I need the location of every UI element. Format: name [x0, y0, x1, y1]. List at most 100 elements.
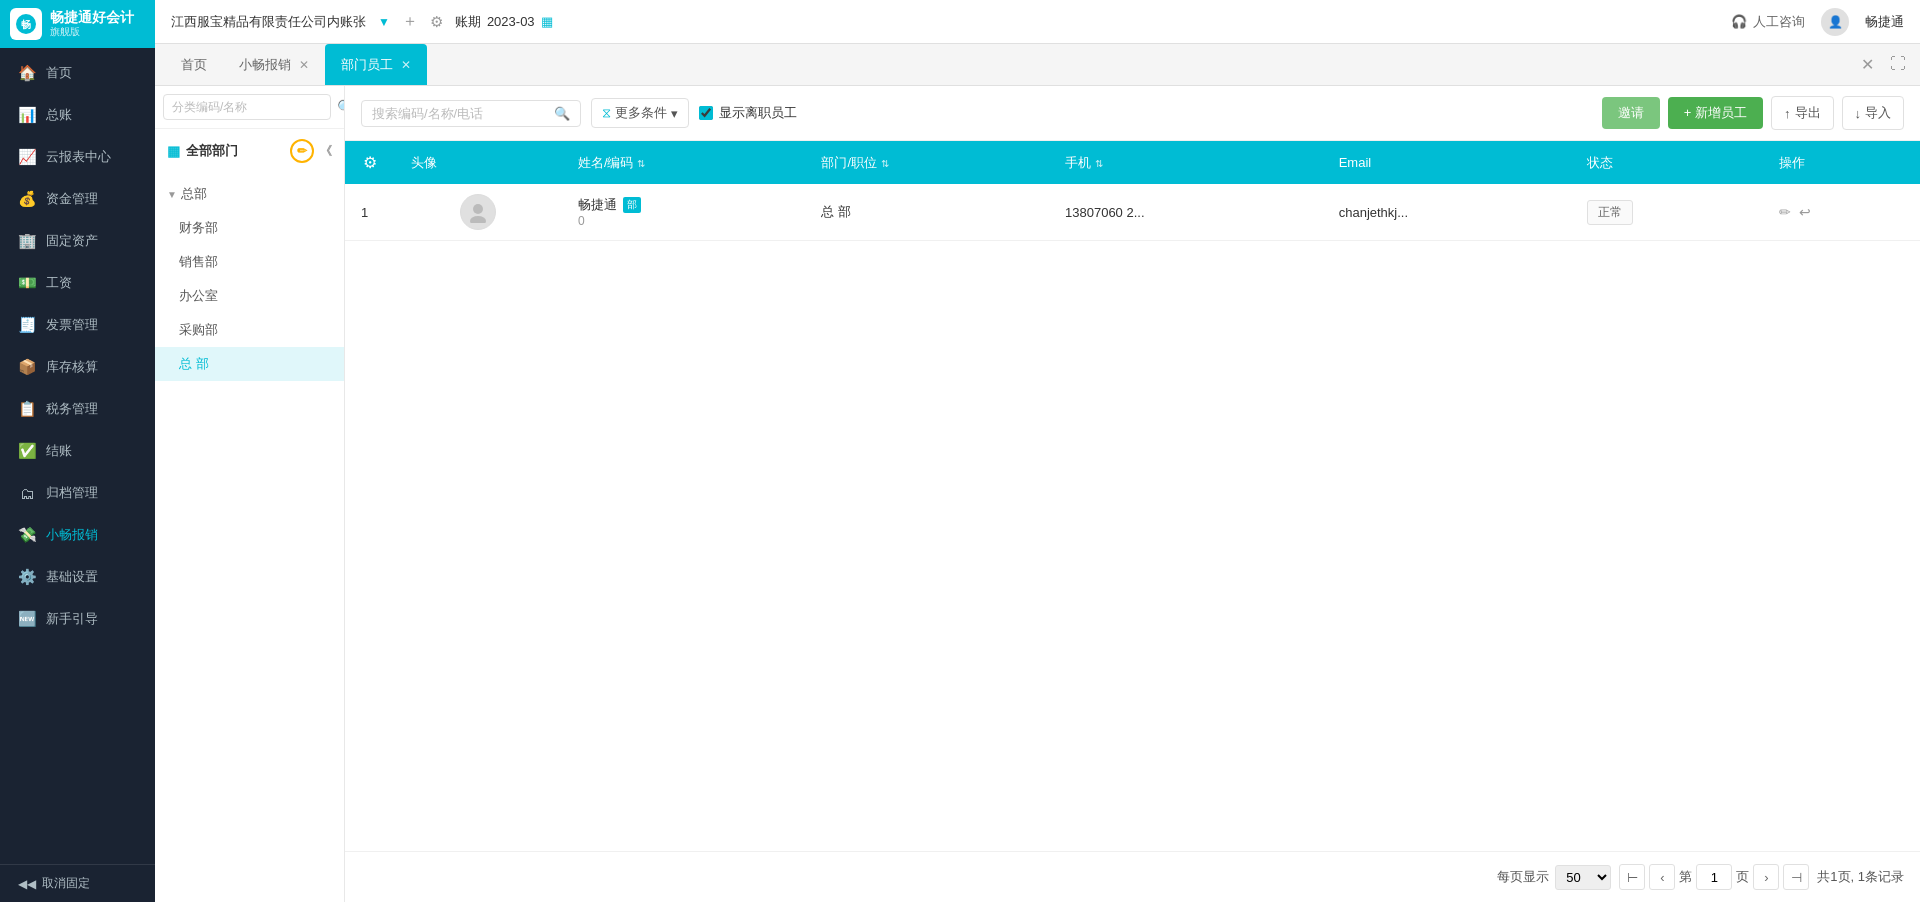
sidebar-item-reports[interactable]: 📈 云报表中心 — [0, 136, 155, 178]
dept-group-header[interactable]: ▼ 总部 — [155, 177, 344, 211]
employee-search-icon[interactable]: 🔍 — [554, 106, 570, 121]
dept-search-input[interactable] — [163, 94, 331, 120]
home-icon: 🏠 — [18, 64, 36, 82]
sidebar-item-tax[interactable]: 📋 税务管理 — [0, 388, 155, 430]
topbar-right: 🎧 人工咨询 👤 畅捷通 — [1731, 8, 1904, 36]
prev-page-button[interactable]: ‹ — [1649, 864, 1675, 890]
logo-icon: 畅 — [10, 8, 42, 40]
calendar-icon[interactable]: ▦ — [541, 14, 553, 29]
next-page-button[interactable]: › — [1753, 864, 1779, 890]
pagination: 每页显示 50 10 20 100 ⊢ ‹ 第 页 — [345, 851, 1920, 902]
tab-expense[interactable]: 小畅报销 ✕ — [223, 44, 325, 85]
tab-home[interactable]: 首页 — [165, 44, 223, 85]
delete-employee-icon[interactable]: ↩ — [1799, 204, 1811, 220]
period-label: 账期 — [455, 13, 481, 31]
td-actions: ✏ ↩ — [1763, 184, 1920, 241]
app-logo[interactable]: 畅 畅捷通好会计 旗舰版 — [0, 0, 155, 48]
page-number-input[interactable] — [1696, 864, 1732, 890]
sidebar-item-finance[interactable]: 💰 资金管理 — [0, 178, 155, 220]
user-name[interactable]: 畅捷通 — [1865, 13, 1904, 31]
settings-button[interactable]: ⚙ — [430, 13, 443, 31]
page-input-group: 第 页 — [1679, 864, 1749, 890]
sidebar-footer: ◀◀ 取消固定 — [0, 864, 155, 902]
tab-dept-employee[interactable]: 部门员工 ✕ — [325, 44, 427, 85]
sidebar-item-guide[interactable]: 🆕 新手引导 — [0, 598, 155, 640]
dept-panel: 🔍 ▦ 全部部门 ✏ 《 ▼ 总部 财务部 — [155, 86, 345, 902]
tab-dept-close-icon[interactable]: ✕ — [401, 58, 411, 72]
th-status: 状态 — [1571, 141, 1762, 184]
show-resigned-toggle[interactable]: 显示离职员工 — [699, 104, 797, 122]
sidebar-item-label: 小畅报销 — [46, 526, 98, 544]
dept-item-purchase[interactable]: 采购部 — [155, 313, 344, 347]
guide-icon: 🆕 — [18, 610, 36, 628]
th-avatar: 头像 — [395, 141, 562, 184]
sidebar-item-close[interactable]: ✅ 结账 — [0, 430, 155, 472]
sidebar-item-settings[interactable]: ⚙️ 基础设置 — [0, 556, 155, 598]
th-settings: ⚙ — [345, 141, 395, 184]
consult-button[interactable]: 🎧 人工咨询 — [1731, 13, 1805, 31]
show-resigned-label: 显示离职员工 — [719, 104, 797, 122]
company-dropdown-icon[interactable]: ▼ — [378, 15, 390, 29]
th-name[interactable]: 姓名/编码 ⇅ — [562, 141, 806, 184]
sidebar-item-label: 库存核算 — [46, 358, 98, 376]
tab-expand-icon[interactable]: ⛶ — [1886, 51, 1910, 78]
page-size-selector: 每页显示 50 10 20 100 — [1497, 865, 1611, 890]
last-page-button[interactable]: ⊣ — [1783, 864, 1809, 890]
svg-point-3 — [470, 216, 486, 223]
dept-item-sales[interactable]: 销售部 — [155, 245, 344, 279]
all-dept-label[interactable]: 全部部门 — [186, 142, 238, 160]
grid-icon: ▦ — [167, 143, 180, 159]
dept-item-finance[interactable]: 财务部 — [155, 211, 344, 245]
tab-close-window-icon[interactable]: ✕ — [1857, 51, 1878, 78]
dept-edit-icon[interactable]: ✏ — [290, 139, 314, 163]
svg-text:畅: 畅 — [21, 19, 31, 30]
page-nav: ⊢ ‹ 第 页 › ⊣ — [1619, 864, 1809, 890]
sidebar-item-invoice[interactable]: 🧾 发票管理 — [0, 304, 155, 346]
employee-code: 0 — [578, 214, 790, 228]
th-phone[interactable]: 手机 ⇅ — [1049, 141, 1323, 184]
cancel-fixed-button[interactable]: ◀◀ 取消固定 — [18, 875, 137, 892]
dept-group-name: 总部 — [181, 185, 207, 203]
import-button[interactable]: ↓ 导入 — [1842, 96, 1905, 130]
employee-table: ⚙ 头像 姓名/编码 ⇅ 部门/职位 ⇅ — [345, 141, 1920, 241]
chevron-down-icon: ▾ — [671, 106, 678, 121]
sort-icon: ⇅ — [1095, 158, 1103, 169]
inventory-icon: 📦 — [18, 358, 36, 376]
sidebar-item-ledger[interactable]: 📊 总账 — [0, 94, 155, 136]
add-employee-button[interactable]: + 新增员工 — [1668, 97, 1763, 129]
dept-collapse-icon[interactable]: 《 — [320, 143, 332, 160]
show-resigned-checkbox[interactable] — [699, 106, 713, 120]
dept-search-icon[interactable]: 🔍 — [337, 99, 345, 115]
dept-item-general[interactable]: 总 部 — [155, 347, 344, 381]
period-display: 账期 2023-03 ▦ — [455, 13, 553, 31]
add-tab-button[interactable]: ＋ — [402, 11, 418, 32]
sidebar-item-label: 工资 — [46, 274, 72, 292]
sidebar-item-salary[interactable]: 💵 工资 — [0, 262, 155, 304]
col-settings-icon[interactable]: ⚙ — [363, 154, 377, 171]
expense-icon: 💸 — [18, 526, 36, 544]
salary-icon: 💵 — [18, 274, 36, 292]
tab-expense-label: 小畅报销 — [239, 56, 291, 74]
content-area: 🔍 ▦ 全部部门 ✏ 《 ▼ 总部 财务部 — [155, 86, 1920, 902]
export-label: 导出 — [1795, 104, 1821, 122]
sidebar-item-inventory[interactable]: 📦 库存核算 — [0, 346, 155, 388]
export-button[interactable]: ↑ 导出 — [1771, 96, 1834, 130]
first-page-button[interactable]: ⊢ — [1619, 864, 1645, 890]
dept-item-office[interactable]: 办公室 — [155, 279, 344, 313]
more-conditions-button[interactable]: ⧖ 更多条件 ▾ — [591, 98, 689, 128]
tab-expense-close-icon[interactable]: ✕ — [299, 58, 309, 72]
employee-name: 畅捷通 — [578, 196, 617, 214]
sidebar-item-assets[interactable]: 🏢 固定资产 — [0, 220, 155, 262]
tab-bar: 首页 小畅报销 ✕ 部门员工 ✕ ✕ ⛶ — [155, 44, 1920, 86]
sidebar-item-home[interactable]: 🏠 首页 — [0, 52, 155, 94]
tab-dept-label: 部门员工 — [341, 56, 393, 74]
sidebar-item-expense[interactable]: 💸 小畅报销 — [0, 514, 155, 556]
per-page-select[interactable]: 50 10 20 100 — [1555, 865, 1611, 890]
invite-button[interactable]: 邀请 — [1602, 97, 1660, 129]
th-dept[interactable]: 部门/职位 ⇅ — [805, 141, 1049, 184]
td-name: 畅捷通 部 0 — [562, 184, 806, 241]
sidebar-item-archive[interactable]: 🗂 归档管理 — [0, 472, 155, 514]
employee-search-input[interactable] — [372, 106, 548, 121]
edit-employee-icon[interactable]: ✏ — [1779, 204, 1791, 220]
page-label: 页 — [1736, 868, 1749, 886]
